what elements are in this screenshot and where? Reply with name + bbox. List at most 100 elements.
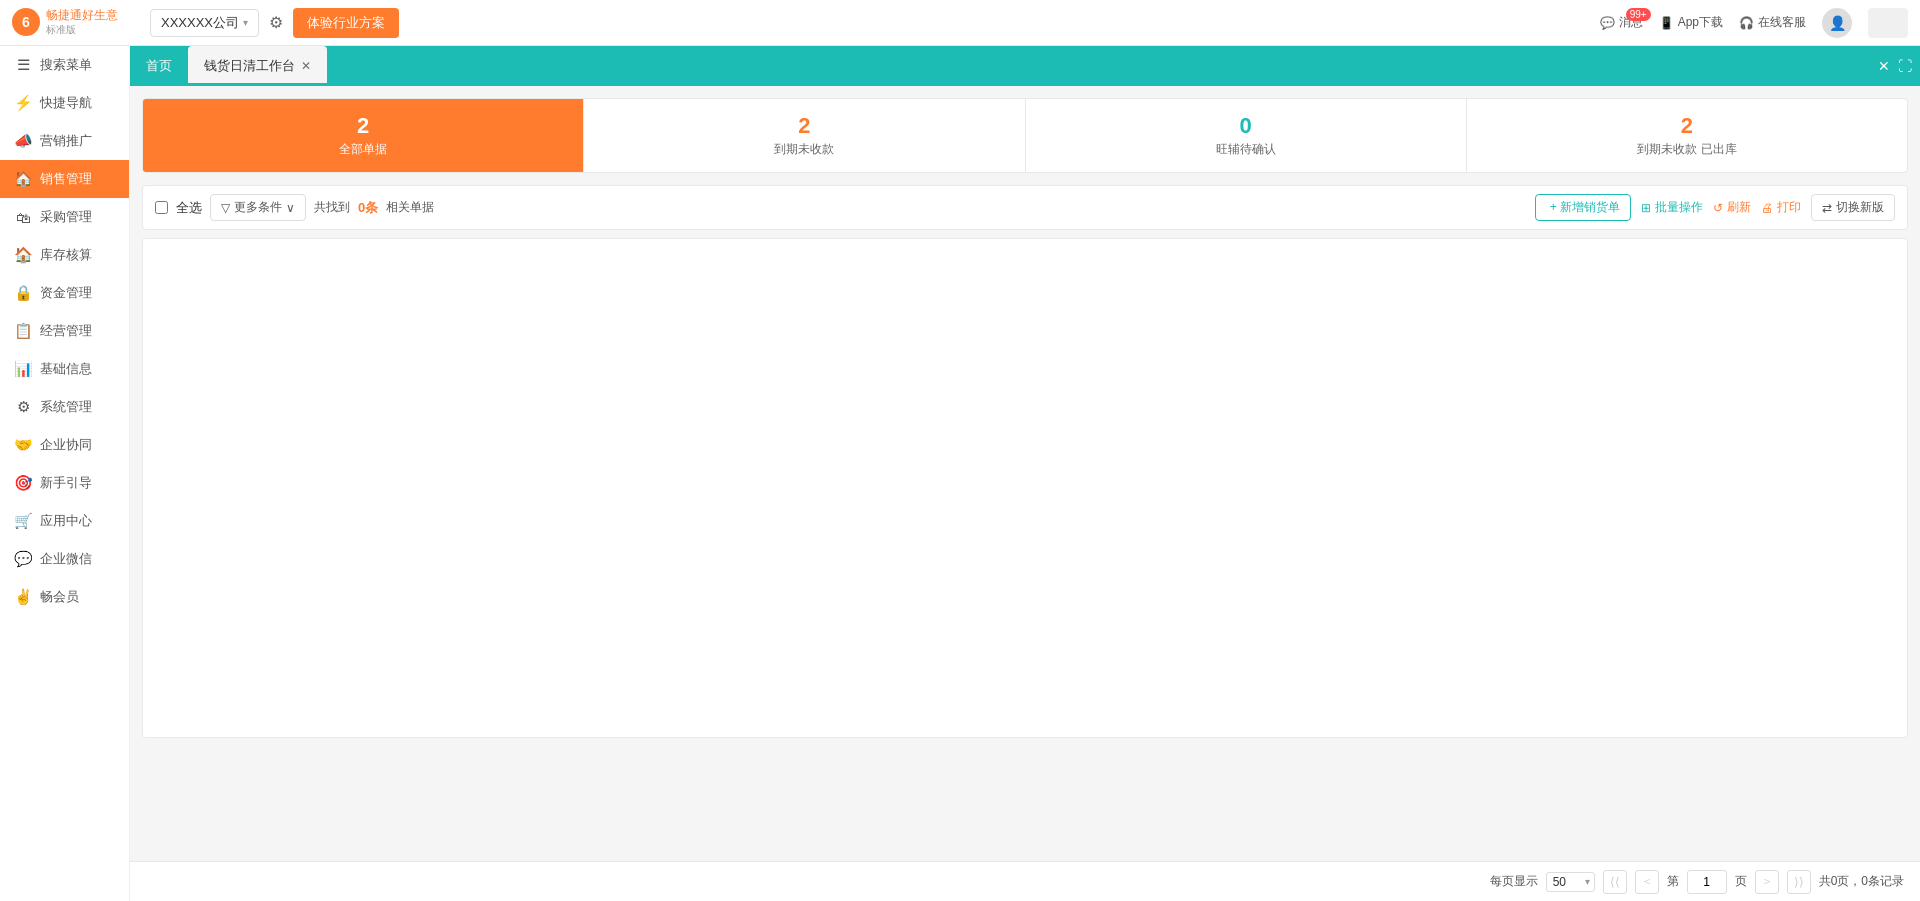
stat-number-overdue-out: 2 (1487, 113, 1887, 139)
message-badge: 99+ (1626, 8, 1651, 21)
toolbar-left: 全选 ▽ 更多条件 ∨ 共找到 0条 相关单据 (155, 194, 1527, 221)
filter-label: 更多条件 (234, 199, 282, 216)
stat-card-overdue-out[interactable]: 2 到期未收款 已出库 (1467, 99, 1907, 172)
company-selector[interactable]: XXXXXX公司 ▾ (150, 9, 259, 37)
settings-icon[interactable]: ⚙ (269, 13, 283, 32)
tab-home[interactable]: 首页 (130, 46, 188, 86)
switch-label: 切换新版 (1836, 199, 1884, 216)
sidebar-item-finance[interactable]: 🔒 资金管理 (0, 274, 129, 312)
inventory-icon: 🏠 (14, 246, 32, 264)
stat-label-all: 全部单据 (163, 141, 563, 158)
stat-card-overdue[interactable]: 2 到期未收款 (584, 99, 1025, 172)
sidebar-label-app-center: 应用中心 (40, 512, 92, 530)
main-content: 2 全部单据 2 到期未收款 0 旺辅待确认 2 到期未收款 已出库 全选 ▽ … (130, 86, 1920, 901)
sidebar-label-finance: 资金管理 (40, 284, 92, 302)
sidebar-item-system[interactable]: ⚙ 系统管理 (0, 388, 129, 426)
sidebar-item-member[interactable]: ✌ 畅会员 (0, 578, 129, 616)
app-badge: 标准版 (46, 23, 118, 37)
sidebar-item-quick-nav[interactable]: ⚡ 快捷导航 (0, 84, 129, 122)
next-page-button[interactable]: ＞ (1755, 870, 1779, 894)
select-all-label: 全选 (176, 199, 202, 217)
last-page-button[interactable]: ⟩⟩ (1787, 870, 1811, 894)
sidebar-item-marketing[interactable]: 📣 营销推广 (0, 122, 129, 160)
page-label: 第 (1667, 873, 1679, 890)
stat-label-wangwang: 旺辅待确认 (1046, 141, 1446, 158)
sidebar-label-marketing: 营销推广 (40, 132, 92, 150)
print-button[interactable]: 🖨 打印 (1761, 199, 1801, 216)
logo-area: 6 畅捷通好生意 标准版 (12, 8, 142, 36)
print-label: 打印 (1777, 199, 1801, 216)
stat-number-all: 2 (163, 113, 563, 139)
filter-icon: ▽ (221, 201, 230, 215)
guide-icon: 🎯 (14, 474, 32, 492)
enterprise-icon: 🤝 (14, 436, 32, 454)
batch-operation-button[interactable]: ⊞ 批量操作 (1641, 199, 1703, 216)
sidebar-item-purchase[interactable]: 🛍 采购管理 (0, 198, 129, 236)
sidebar-label-operations: 经营管理 (40, 322, 92, 340)
logo-icon: 6 (12, 8, 40, 36)
first-page-button[interactable]: ⟨⟨ (1603, 870, 1627, 894)
tab-cash-daily[interactable]: 钱货日清工作台 ✕ (188, 46, 327, 86)
sidebar-item-sales[interactable]: 🏠 销售管理 (0, 160, 129, 198)
sidebar-item-search-menu[interactable]: ☰ 搜索菜单 (0, 46, 129, 84)
page-suffix: 页 (1735, 873, 1747, 890)
tab-bar: 首页 钱货日清工作台 ✕ ✕ ⛶ (130, 46, 1920, 86)
switch-icon: ⇄ (1822, 201, 1832, 215)
user-info-area[interactable] (1868, 8, 1908, 38)
lightning-icon: ⚡ (14, 94, 32, 112)
sidebar-item-inventory[interactable]: 🏠 库存核算 (0, 236, 129, 274)
message-icon-item[interactable]: 💬 消息 99+ (1600, 14, 1643, 31)
tab-cash-daily-label: 钱货日清工作台 (204, 57, 295, 75)
page-size-wrapper: 50 100 200 ▾ (1546, 872, 1595, 892)
tab-fullscreen-icon[interactable]: ⛶ (1898, 58, 1912, 74)
trial-button[interactable]: 体验行业方案 (293, 8, 399, 38)
top-header: 6 畅捷通好生意 标准版 XXXXXX公司 ▾ ⚙ 体验行业方案 💬 消息 99… (0, 0, 1920, 46)
found-count: 0条 (358, 199, 378, 217)
avatar[interactable]: 👤 (1822, 8, 1852, 38)
app-center-icon: 🛒 (14, 512, 32, 530)
sidebar-item-app-center[interactable]: 🛒 应用中心 (0, 502, 129, 540)
tab-close-icon[interactable]: ✕ (301, 59, 311, 73)
sidebar-item-wechat[interactable]: 💬 企业微信 (0, 540, 129, 578)
stats-row: 2 全部单据 2 到期未收款 0 旺辅待确认 2 到期未收款 已出库 (142, 98, 1908, 173)
header-right: 💬 消息 99+ 📱 App下载 🎧 在线客服 👤 (1600, 8, 1908, 38)
sidebar-label-inventory: 库存核算 (40, 246, 92, 264)
app-download-item[interactable]: 📱 App下载 (1659, 14, 1723, 31)
add-sales-label: + 新增销货单 (1550, 199, 1620, 216)
stat-card-all[interactable]: 2 全部单据 (143, 99, 584, 172)
prev-page-button[interactable]: ＜ (1635, 870, 1659, 894)
sidebar-label-quick-nav: 快捷导航 (40, 94, 92, 112)
filter-button[interactable]: ▽ 更多条件 ∨ (210, 194, 306, 221)
total-count: 共0页，0条记录 (1819, 873, 1904, 890)
pagination-bar: 每页显示 50 100 200 ▾ ⟨⟨ ＜ 第 页 ＞ ⟩⟩ 共0页，0条记录 (130, 861, 1920, 901)
switch-version-button[interactable]: ⇄ 切换新版 (1811, 194, 1895, 221)
per-page-label: 每页显示 (1490, 873, 1538, 890)
menu-icon: ☰ (14, 56, 32, 74)
online-service-item[interactable]: 🎧 在线客服 (1739, 14, 1806, 31)
found-suffix: 相关单据 (386, 199, 434, 216)
sidebar-item-basics[interactable]: 📊 基础信息 (0, 350, 129, 388)
sidebar-item-enterprise[interactable]: 🤝 企业协同 (0, 426, 129, 464)
batch-label: 批量操作 (1655, 199, 1703, 216)
finance-icon: 🔒 (14, 284, 32, 302)
refresh-button[interactable]: ↺ 刷新 (1713, 199, 1751, 216)
tab-close-window-icon[interactable]: ✕ (1878, 58, 1890, 74)
stat-label-overdue-out: 到期未收款 已出库 (1487, 141, 1887, 158)
operations-icon: 📋 (14, 322, 32, 340)
message-icon: 💬 (1600, 16, 1615, 30)
sidebar-item-operations[interactable]: 📋 经营管理 (0, 312, 129, 350)
page-input[interactable] (1687, 870, 1727, 894)
avatar-icon: 👤 (1829, 15, 1846, 31)
system-icon: ⚙ (14, 398, 32, 416)
wechat-icon: 💬 (14, 550, 32, 568)
filter-arrow-icon: ∨ (286, 201, 295, 215)
sidebar-item-guide[interactable]: 🎯 新手引导 (0, 464, 129, 502)
add-sales-button[interactable]: + 新增销货单 (1535, 194, 1631, 221)
stat-number-wangwang: 0 (1046, 113, 1446, 139)
refresh-icon: ↺ (1713, 201, 1723, 215)
app-download-label: App下载 (1678, 14, 1723, 31)
toolbar-right: + 新增销货单 ⊞ 批量操作 ↺ 刷新 🖨 打印 ⇄ 切换新版 (1535, 194, 1895, 221)
page-size-select[interactable]: 50 100 200 (1546, 872, 1595, 892)
stat-card-wangwang[interactable]: 0 旺辅待确认 (1026, 99, 1467, 172)
select-all-checkbox[interactable] (155, 201, 168, 214)
